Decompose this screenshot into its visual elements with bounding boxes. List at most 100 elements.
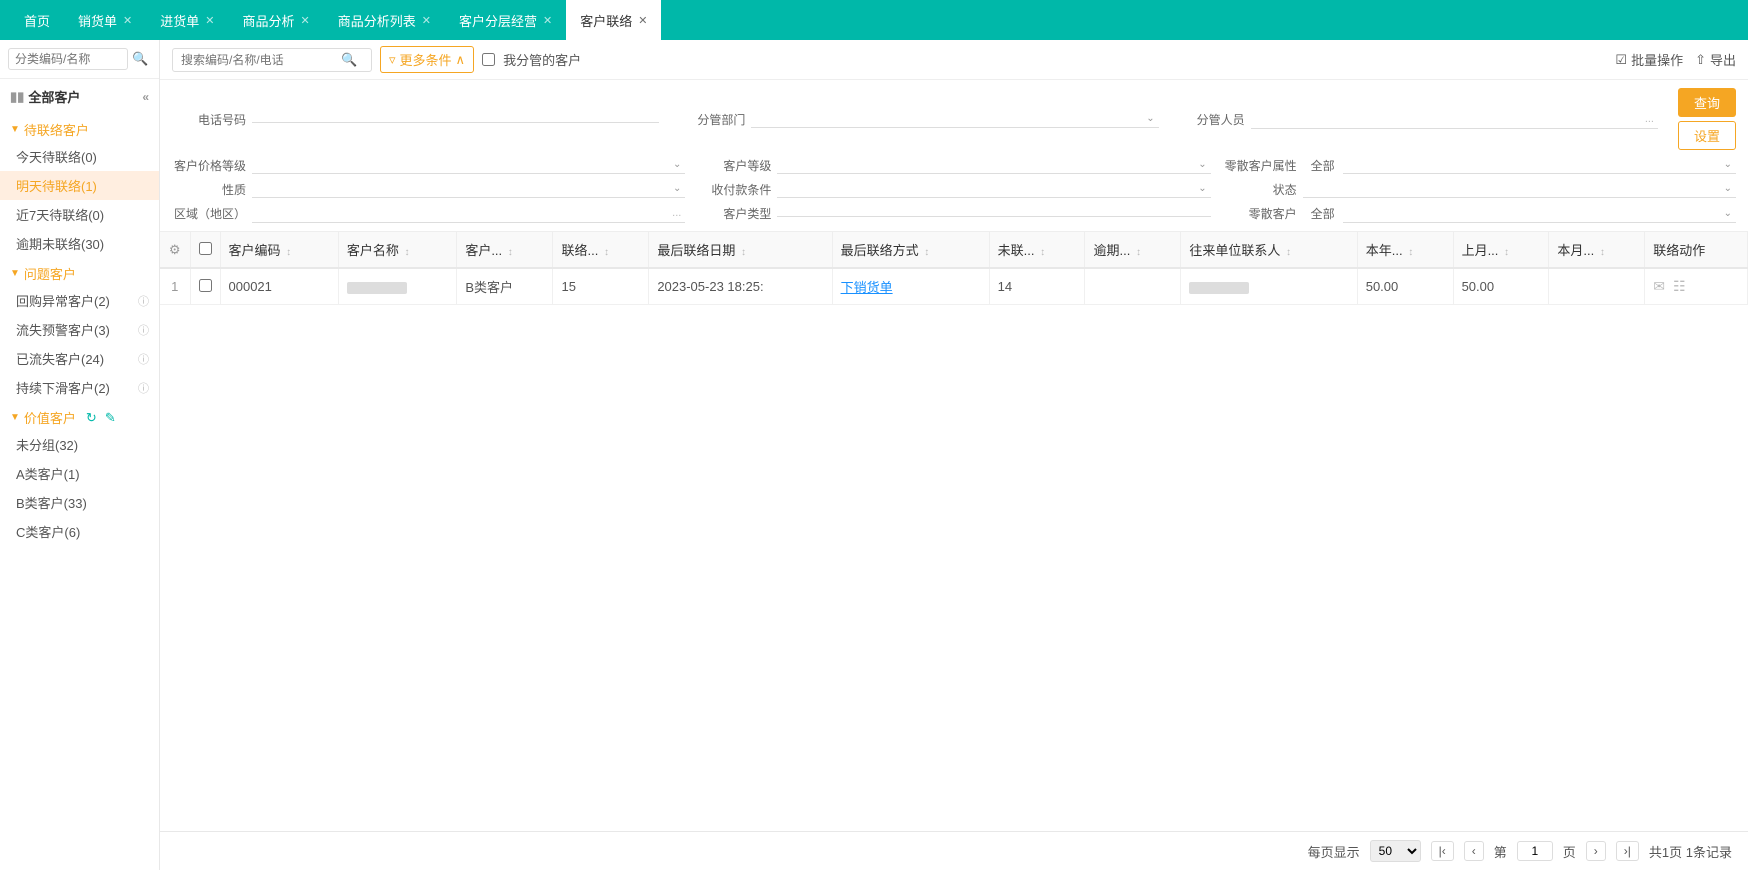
first-page-button[interactable]: |‹: [1431, 841, 1454, 861]
sort-overdue-icon[interactable]: ↕: [1136, 247, 1141, 258]
sort-last-month-icon[interactable]: ↕: [1504, 247, 1509, 258]
row-checkbox-cell[interactable]: [190, 268, 220, 305]
region-label: 区域（地区）: [172, 205, 252, 222]
dept-select[interactable]: ⌄: [751, 110, 1158, 128]
region-input[interactable]: ...: [252, 204, 685, 223]
close-purchase-order-icon[interactable]: ✕: [205, 14, 214, 27]
sort-unit-contacts-icon[interactable]: ↕: [1286, 247, 1291, 258]
settings-button[interactable]: 设置: [1678, 121, 1736, 150]
close-customer-segmentation-icon[interactable]: ✕: [543, 14, 552, 27]
nav-sales-order[interactable]: 销货单 ✕: [64, 0, 146, 40]
collapse-sidebar-icon[interactable]: «: [142, 90, 149, 104]
page-label: 第: [1494, 842, 1507, 861]
filter-status: 状态 ⌄: [1223, 180, 1736, 198]
nav-product-analysis-list[interactable]: 商品分析列表 ✕: [324, 0, 445, 40]
help-icon-0[interactable]: ⓘ: [138, 293, 149, 309]
select-all-checkbox[interactable]: [199, 242, 212, 255]
retail-attr-value: 全部: [1303, 157, 1343, 174]
nav-purchase-order[interactable]: 进货单 ✕: [146, 0, 228, 40]
dept-label: 分管部门: [671, 111, 751, 128]
retail-customer-select[interactable]: ⌄: [1343, 205, 1736, 223]
close-customer-contact-icon[interactable]: ✕: [638, 14, 647, 27]
sidebar-search-icon[interactable]: 🔍: [132, 51, 148, 67]
filter-retail-customer: 零散客户 全部 ⌄: [1223, 205, 1736, 223]
sort-last-method-icon[interactable]: ↕: [924, 247, 929, 258]
batch-ops-button[interactable]: ☑ 批量操作: [1615, 50, 1683, 69]
export-button[interactable]: ⇧ 导出: [1695, 50, 1736, 69]
nature-select[interactable]: ⌄: [252, 180, 685, 198]
help-icon-3[interactable]: ⓘ: [138, 380, 149, 396]
contact-action-icon[interactable]: ✉: [1653, 278, 1665, 295]
nav-customer-contact[interactable]: 客户联络 ✕: [566, 0, 661, 40]
help-icon-1[interactable]: ⓘ: [138, 322, 149, 338]
sidebar-item-c-class[interactable]: C类客户(6): [0, 517, 159, 546]
per-page-label: 每页显示: [1308, 842, 1360, 861]
sidebar-item-a-class[interactable]: A类客户(1): [0, 459, 159, 488]
close-product-analysis-list-icon[interactable]: ✕: [422, 14, 431, 27]
last-page-button[interactable]: ›|: [1616, 841, 1639, 861]
sidebar-group-pending: 待联络客户: [0, 114, 159, 142]
sort-contacts-icon[interactable]: ↕: [604, 247, 609, 258]
sidebar-item-repurchase-abnormal[interactable]: 回购异常客户(2) ⓘ: [0, 286, 159, 315]
sidebar-item-b-class[interactable]: B类客户(33): [0, 488, 159, 517]
sort-code-icon[interactable]: ↕: [286, 247, 291, 258]
toolbar-search-icon[interactable]: 🔍: [341, 52, 357, 68]
sort-not-contacted-icon[interactable]: ↕: [1040, 247, 1045, 258]
close-product-analysis-icon[interactable]: ✕: [301, 14, 310, 27]
retail-attr-select[interactable]: ⌄: [1343, 156, 1736, 174]
my-customers-checkbox[interactable]: 我分管的客户: [482, 50, 581, 69]
sort-this-year-icon[interactable]: ↕: [1408, 247, 1413, 258]
content-area: 🔍 ▿ 更多条件 ∧ 我分管的客户 ☑ 批量操作 ⇧ 导出: [160, 40, 1748, 870]
sidebar-item-tomorrow-pending[interactable]: 明天待联络(1): [0, 171, 159, 200]
chevron-up-icon: ∧: [456, 52, 466, 68]
nav-customer-segmentation[interactable]: 客户分层经营 ✕: [445, 0, 566, 40]
my-customers-check[interactable]: [482, 53, 495, 66]
sidebar-item-today-pending[interactable]: 今天待联络(0): [0, 142, 159, 171]
page-input[interactable]: [1517, 841, 1553, 861]
price-level-select[interactable]: ⌄: [252, 156, 685, 174]
last-contact-method-link[interactable]: 下销货单: [841, 280, 893, 295]
sort-type-icon[interactable]: ↕: [508, 247, 513, 258]
sort-name-icon[interactable]: ↕: [405, 247, 410, 258]
close-sales-order-icon[interactable]: ✕: [123, 14, 132, 27]
sidebar-item-churned[interactable]: 已流失客户(24) ⓘ: [0, 344, 159, 373]
prev-page-button[interactable]: ‹: [1464, 841, 1484, 861]
th-settings[interactable]: ⚙: [160, 232, 190, 268]
refresh-value-icon[interactable]: ↻: [86, 410, 97, 426]
export-icon: ⇧: [1695, 52, 1706, 68]
row-checkbox[interactable]: [199, 279, 212, 292]
sidebar-item-churn-warning[interactable]: 流失预警客户(3) ⓘ: [0, 315, 159, 344]
sort-this-month-icon[interactable]: ↕: [1600, 247, 1605, 258]
sidebar-item-overdue-pending[interactable]: 逾期未联络(30): [0, 229, 159, 258]
th-checkbox[interactable]: [190, 232, 220, 268]
data-table: ⚙ 客户编码 ↕ 客户名称 ↕: [160, 232, 1748, 305]
settings-gear-icon[interactable]: ⚙: [169, 242, 181, 257]
more-action-icon[interactable]: ☷: [1673, 278, 1686, 295]
nav-product-analysis[interactable]: 商品分析 ✕: [228, 0, 323, 40]
sort-last-date-icon[interactable]: ↕: [741, 247, 746, 258]
person-input[interactable]: ...: [1251, 110, 1658, 129]
customer-type-input[interactable]: [777, 210, 1210, 217]
sidebar-search-input[interactable]: [8, 48, 128, 70]
payment-select[interactable]: ⌄: [777, 180, 1210, 198]
query-button[interactable]: 查询: [1678, 88, 1736, 117]
phone-input[interactable]: [252, 116, 659, 123]
customer-level-label: 客户等级: [697, 157, 777, 174]
next-page-button[interactable]: ›: [1586, 841, 1606, 861]
sidebar-item-declining[interactable]: 持续下滑客户(2) ⓘ: [0, 373, 159, 402]
th-this-year: 本年... ↕: [1357, 232, 1453, 268]
help-icon-2[interactable]: ⓘ: [138, 351, 149, 367]
more-filter-button[interactable]: ▿ 更多条件 ∧: [380, 46, 474, 73]
toolbar-search-input[interactable]: [181, 53, 341, 67]
customer-level-select[interactable]: ⌄: [777, 156, 1210, 174]
filter-row-2: 客户价格等级 ⌄ 客户等级 ⌄ 零散客户属性 全部: [172, 156, 1736, 174]
sidebar-all-customers[interactable]: ▮▮ 全部客户 «: [0, 79, 159, 114]
sidebar-item-ungrouped[interactable]: 未分组(32): [0, 430, 159, 459]
status-select[interactable]: ⌄: [1303, 180, 1736, 198]
sidebar-item-7days-pending[interactable]: 近7天待联络(0): [0, 200, 159, 229]
nav-home[interactable]: 首页: [10, 0, 64, 40]
per-page-select[interactable]: 50 10 20 100: [1370, 840, 1421, 862]
edit-value-icon[interactable]: ✎: [105, 410, 116, 426]
payment-label: 收付款条件: [697, 181, 777, 198]
row-last-contact-method: 下销货单: [832, 268, 989, 305]
